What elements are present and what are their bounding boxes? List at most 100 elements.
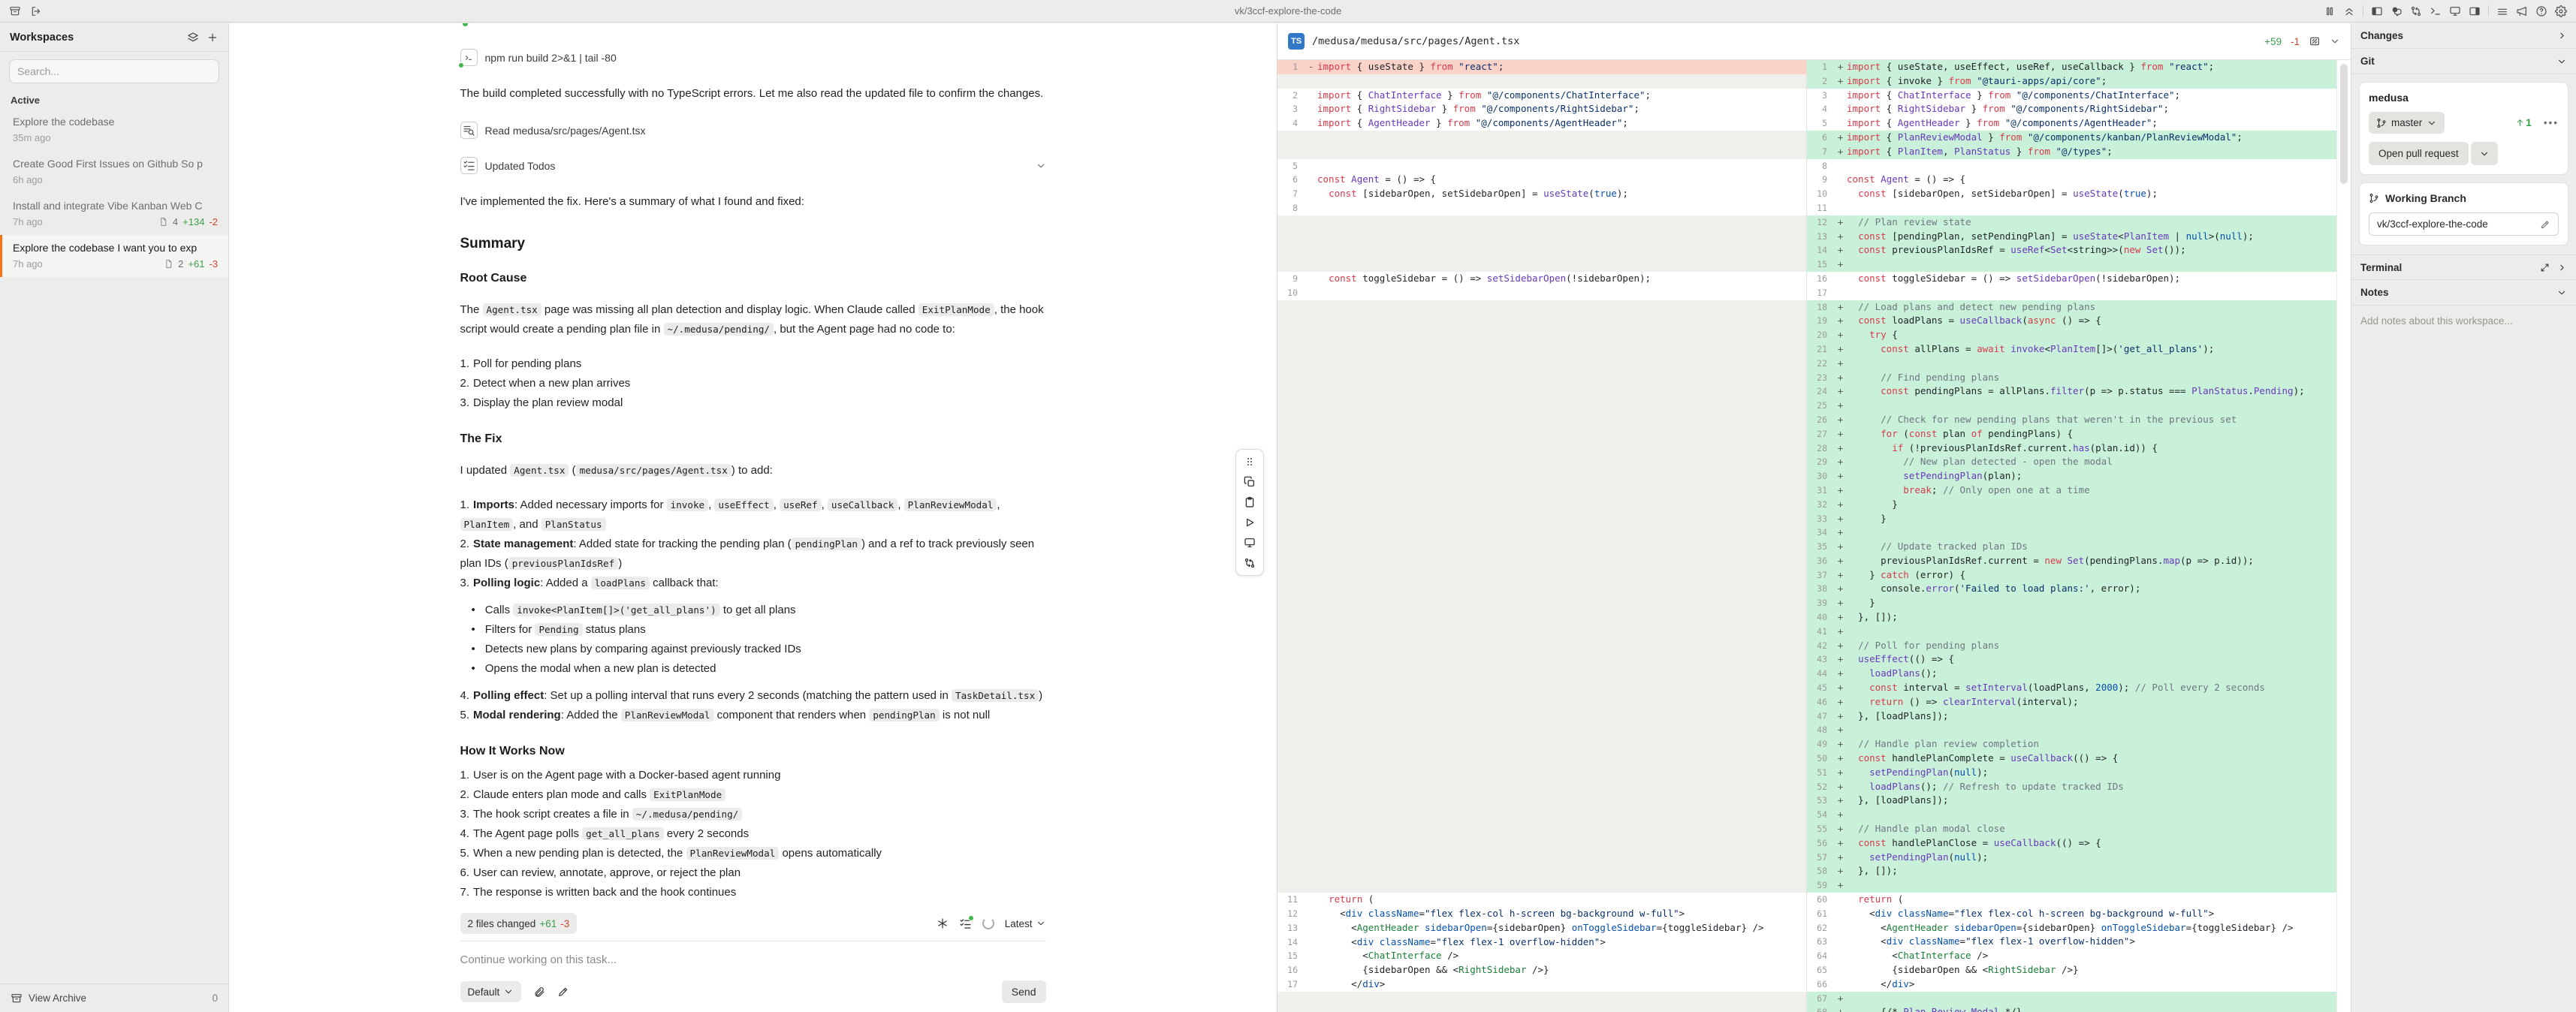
archive-icon[interactable] xyxy=(9,5,21,17)
tool-call-row[interactable]: Read medusa/src/pages/Agent.tsx xyxy=(460,122,1046,139)
chat-paragraph: I updated Agent.tsx (medusa/src/pages/Ag… xyxy=(460,461,1046,480)
pause-icon[interactable] xyxy=(2324,5,2336,17)
files-changed-chip[interactable]: 2 files changed +61 -3 xyxy=(460,913,578,934)
diff-body: 1-import { useState } from "react";2impo… xyxy=(1277,60,2336,1012)
chat-heading: Root Cause xyxy=(460,272,1046,285)
inline-code: medusa/src/pages/Agent.tsx xyxy=(576,464,731,477)
diff-row: 57+ setPendingPlan(null); xyxy=(1807,851,2336,865)
clipboard-icon[interactable] xyxy=(1244,496,1256,508)
workspace-item[interactable]: Explore the codebase35m ago xyxy=(0,109,228,151)
diff-row: 39+ } xyxy=(1807,596,2336,610)
workspace-stats: 2+61-3 xyxy=(164,258,218,270)
message-input[interactable] xyxy=(460,953,1046,966)
mode-select[interactable]: Default xyxy=(460,981,522,1002)
latest-dropdown[interactable]: Latest xyxy=(1005,918,1046,929)
status-dot xyxy=(462,23,469,27)
todos-status-icon[interactable] xyxy=(959,917,972,930)
section-terminal[interactable]: Terminal xyxy=(2351,255,2576,280)
diff-lines-removed: -1 xyxy=(2291,36,2300,47)
workspace-time: 6h ago xyxy=(13,174,43,185)
open-pull-request-button[interactable]: Open pull request xyxy=(2369,142,2469,165)
titlebar-right-icons xyxy=(2324,5,2576,17)
edit-branch-icon[interactable] xyxy=(2540,219,2550,230)
scrollbar-thumb[interactable] xyxy=(2340,64,2348,184)
diff-row: 42+ // Poll for pending plans xyxy=(1807,639,2336,653)
chevron-down-icon[interactable] xyxy=(2330,36,2340,47)
sign-out-icon[interactable] xyxy=(30,5,42,17)
inline-code: PlanReviewModal xyxy=(621,709,714,721)
chat-paragraph: The Agent.tsx page was missing all plan … xyxy=(460,300,1046,339)
plus-icon[interactable] xyxy=(207,32,219,44)
working-branch-input[interactable]: vk/3ccf-explore-the-code xyxy=(2369,212,2559,236)
play-icon[interactable] xyxy=(1244,517,1256,529)
chevron-down-icon[interactable] xyxy=(1036,161,1046,171)
diff-row: 32+ } xyxy=(1807,498,2336,512)
spark-icon[interactable] xyxy=(937,917,949,929)
megaphone-icon[interactable] xyxy=(2516,5,2528,17)
paperclip-icon[interactable] xyxy=(533,986,545,998)
section-notes[interactable]: Notes xyxy=(2351,280,2576,306)
workspace-list: Explore the codebase35m agoCreate Good F… xyxy=(0,109,228,277)
tool-call-row[interactable]: Updated Todos xyxy=(460,157,1046,174)
layers-icon[interactable] xyxy=(187,32,199,44)
send-button[interactable]: Send xyxy=(1002,980,1046,1003)
diff-row: 67+ xyxy=(1807,992,2336,1006)
diff-row: 25+ xyxy=(1807,399,2336,413)
collapse-up-icon[interactable] xyxy=(2343,5,2355,17)
git-compare-icon[interactable] xyxy=(1244,557,1256,569)
help-icon[interactable] xyxy=(2535,5,2547,17)
diff-row: 9 const toggleSidebar = () => setSidebar… xyxy=(1277,272,1806,286)
section-changes[interactable]: Changes xyxy=(2351,23,2576,49)
diff-row: 7 const [sidebarOpen, setSidebarOpen] = … xyxy=(1277,187,1806,201)
window-title: vk/3ccf-explore-the-code xyxy=(1235,5,1341,17)
list-item: 2.Claude enters plan mode and calls Exit… xyxy=(460,785,1046,805)
branch-select[interactable]: master xyxy=(2369,112,2445,134)
diff-row: 53+ }, [loadPlans]); xyxy=(1807,794,2336,808)
panel-left-icon[interactable] xyxy=(2371,5,2383,17)
expand-icon[interactable] xyxy=(2540,263,2550,273)
section-git[interactable]: Git xyxy=(2351,49,2576,74)
diff-row: 46+ return () => clearInterval(interval)… xyxy=(1807,695,2336,709)
diff-row: 59+ xyxy=(1807,878,2336,893)
workspace-item[interactable]: Explore the codebase I want you to exp7h… xyxy=(0,235,228,277)
tool-call-row[interactable]: npm run build 2>&1 | tail -80 xyxy=(460,49,1046,66)
list-item: 4.Polling effect: Set up a polling inter… xyxy=(460,686,1046,706)
diff-row: 13 <AgentHeader sidebarOpen={sidebarOpen… xyxy=(1277,921,1806,935)
inline-code: ~/.medusa/pending/ xyxy=(632,808,742,821)
list-item: 3.The hook script creates a file in ~/.m… xyxy=(460,805,1046,824)
archive-icon xyxy=(11,992,23,1004)
diff-row: 62 <AgentHeader sidebarOpen={sidebarOpen… xyxy=(1807,921,2336,935)
diff-row: 12+ // Plan review state xyxy=(1807,215,2336,230)
workspace-item[interactable]: Install and integrate Vibe Kanban Web C7… xyxy=(0,193,228,235)
chat-scroll-area[interactable]: npm run build 2>&1 | tail -80The build c… xyxy=(229,23,1277,906)
chat-bubbles-icon[interactable] xyxy=(2390,5,2403,17)
settings-icon[interactable] xyxy=(2555,5,2567,17)
notes-placeholder[interactable]: Add notes about this workspace... xyxy=(2351,306,2576,336)
chevron-down-icon xyxy=(503,986,514,997)
monitor-icon[interactable] xyxy=(1244,537,1256,549)
workspace-item[interactable]: Create Good First Issues on Github So p6… xyxy=(0,151,228,193)
copy-icon[interactable] xyxy=(1244,476,1256,488)
chevron-right-icon xyxy=(2557,31,2567,41)
git-compare-icon[interactable] xyxy=(2410,5,2422,17)
tool-call-label: Read medusa/src/pages/Agent.tsx xyxy=(485,125,646,137)
loading-spinner xyxy=(982,917,994,929)
diff-row: 10 const [sidebarOpen, setSidebarOpen] =… xyxy=(1807,187,2336,201)
inline-code: get_all_plans xyxy=(582,827,664,840)
pull-request-options-button[interactable] xyxy=(2471,142,2498,165)
inline-code: ExitPlanMode xyxy=(650,788,725,801)
search-input[interactable] xyxy=(9,59,219,83)
inline-code: invoke xyxy=(667,498,709,511)
view-archive-button[interactable]: View Archive 0 xyxy=(0,983,228,1012)
menu-icon[interactable] xyxy=(2496,5,2508,17)
monitor-icon[interactable] xyxy=(2449,5,2461,17)
inline-code: useRef xyxy=(780,498,822,511)
pen-icon[interactable] xyxy=(557,986,569,998)
diff-scrollbar[interactable] xyxy=(2336,61,2351,1012)
terminal-icon[interactable] xyxy=(2430,5,2442,17)
list-item: 3.Polling logic: Added a loadPlans callb… xyxy=(460,574,1046,593)
repo-more-menu[interactable]: ••• xyxy=(2544,117,2559,128)
split-diff-icon[interactable] xyxy=(2309,35,2321,47)
workspaces-sidebar: Workspaces Active Explore the codebase35… xyxy=(0,23,229,1012)
panel-right-icon[interactable] xyxy=(2469,5,2481,17)
